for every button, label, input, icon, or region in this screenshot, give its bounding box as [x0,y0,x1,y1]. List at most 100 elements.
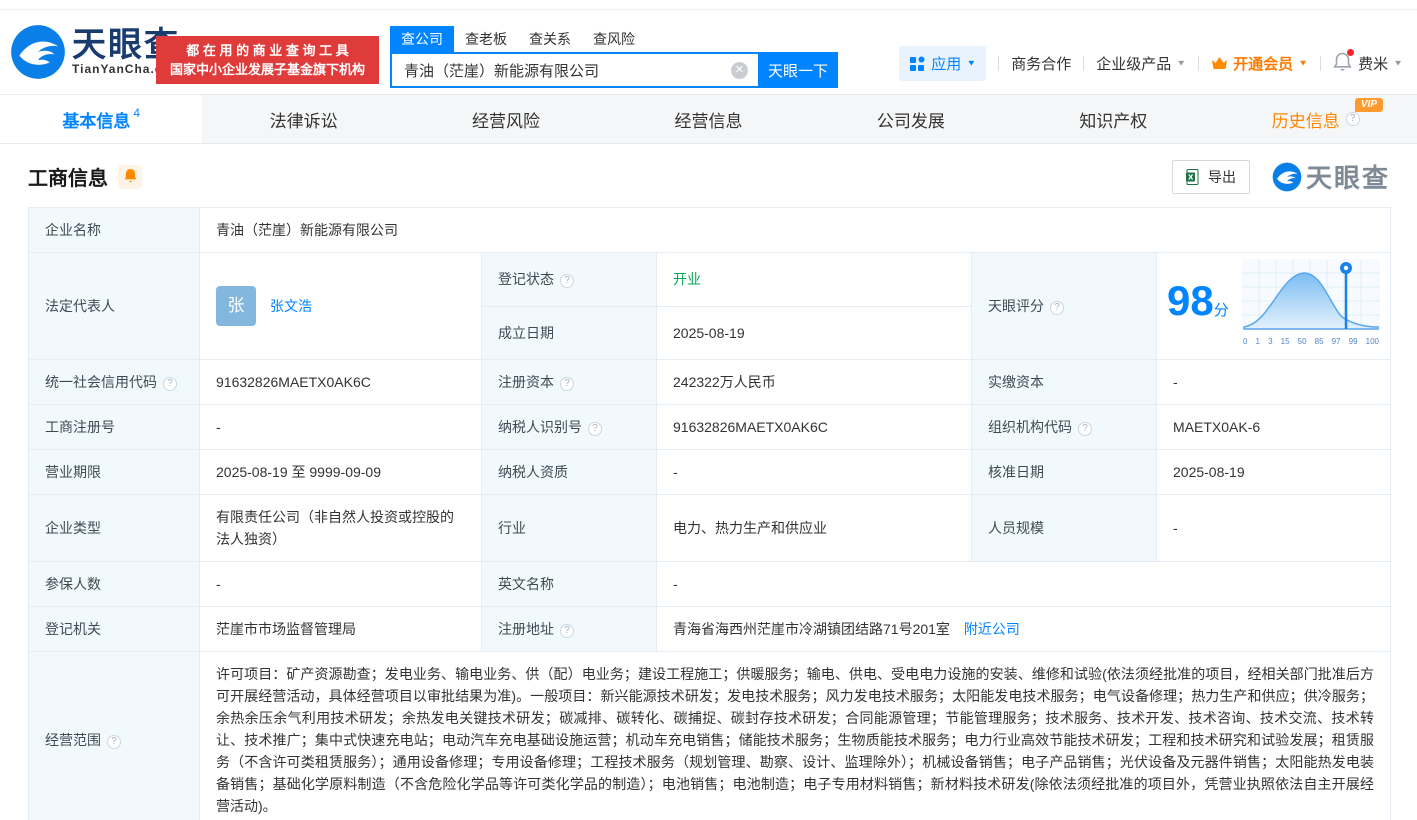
search-tab-boss[interactable]: 查老板 [454,26,518,52]
section-header: 工商信息 导出 天眼查 [28,158,1390,195]
user-menu[interactable]: 费米 ▼ [1358,53,1403,74]
notifications-bell[interactable] [1333,52,1352,76]
org-code-value: MAETX0AK-6 [1157,405,1391,450]
biz-coop-link[interactable]: 商务合作 [1011,53,1071,74]
address-label-cell: 注册地址? [482,607,657,652]
staff-size-value: - [1157,495,1391,562]
reg-capital-label: 注册资本 [498,374,554,390]
table-row: 法定代表人 张 张文浩 登记状态? 开业 天眼评分? 98分 [29,253,1391,307]
question-icon[interactable]: ? [1346,112,1360,126]
nearby-companies-link[interactable]: 附近公司 [964,621,1020,637]
tab-basic-info[interactable]: 基本信息 4 [0,95,202,143]
search-tab-risk[interactable]: 查风险 [582,26,646,52]
english-name-label: 英文名称 [482,562,657,607]
question-icon[interactable]: ? [1050,301,1064,315]
apps-label: 应用 [931,53,961,74]
search-button[interactable]: 天眼一下 [758,52,838,88]
legal-rep-cell: 张 张文浩 [200,253,482,360]
table-row: 营业期限 2025-08-19 至 9999-09-09 纳税人资质 - 核准日… [29,450,1391,495]
main-content: 工商信息 导出 天眼查 [0,158,1417,820]
section-title: 工商信息 [28,162,108,191]
biz-scope-value: 许可项目：矿产资源勘查；发电业务、输电业务、供（配）电业务；建设工程施工；供暖服… [200,652,1391,820]
company-nav-tabs: 基本信息 4 法律诉讼 经营风险 经营信息 公司发展 知识产权 VIP 历史信息… [0,94,1417,144]
header: 天眼查 TianYanCha.com 都 在 用 的 商 业 查 询 工 具 国… [0,10,1417,94]
english-name-value: - [657,562,1391,607]
crown-icon [1211,56,1228,71]
tab-operating-info[interactable]: 经营信息 [607,95,809,143]
score-label-cell: 天眼评分? [972,253,1157,360]
search-area: 查公司 查老板 查关系 查风险 ✕ 天眼一下 [390,26,838,88]
tab-operating-risk[interactable]: 经营风险 [405,95,607,143]
tab-basic-info-label: 基本信息 [62,107,130,132]
taxpayer-id-label-cell: 纳税人识别号? [482,405,657,450]
apps-menu[interactable]: 应用 ▼ [899,46,986,81]
taxpayer-id-label: 纳税人识别号 [498,419,582,435]
top-navigation: 应用 ▼ 商务合作 企业级产品 ▼ 开通会员 ▼ 费米 ▼ [899,46,1403,81]
legal-rep-link[interactable]: 张文浩 [270,295,312,317]
biz-term-label: 营业期限 [29,450,200,495]
tianyancha-logo-icon [10,24,66,80]
chevron-down-icon: ▼ [966,59,976,68]
table-row: 企业类型 有限责任公司（非自然人投资或控股的法人独资） 行业 电力、热力生产和供… [29,495,1391,562]
address-label: 注册地址 [498,621,554,637]
question-icon[interactable]: ? [560,274,574,288]
clear-search-icon[interactable]: ✕ [731,62,748,79]
search-tab-company[interactable]: 查公司 [390,26,454,52]
excel-icon [1186,169,1202,185]
enterprise-menu[interactable]: 企业级产品 ▼ [1096,53,1186,74]
table-row: 企业名称 青油（茫崖）新能源有限公司 [29,208,1391,253]
avatar[interactable]: 张 [216,286,256,326]
score-cell[interactable]: 98分 [1157,253,1391,360]
question-icon[interactable]: ? [107,735,121,749]
divider [1083,56,1084,71]
taxpayer-quality-value: - [657,450,972,495]
question-icon[interactable]: ? [163,377,177,391]
biz-scope-label-cell: 经营范围? [29,652,200,820]
tab-basic-info-count: 4 [133,106,140,120]
export-button[interactable]: 导出 [1172,160,1250,194]
promo-line1: 都 在 用 的 商 业 查 询 工 具 [160,41,375,60]
industry-value: 电力、热力生产和供应业 [657,495,972,562]
tab-history-info[interactable]: VIP 历史信息 ? [1215,95,1417,143]
reg-authority-value: 茫崖市市场监督管理局 [200,607,482,652]
monitor-bell-button[interactable] [118,165,142,189]
reg-number-label: 工商注册号 [29,405,200,450]
question-icon[interactable]: ? [1078,422,1092,436]
score-value: 98分 [1167,290,1229,322]
tab-company-development[interactable]: 公司发展 [810,95,1012,143]
search-tabs: 查公司 查老板 查关系 查风险 [390,26,838,52]
vip-upgrade-link[interactable]: 开通会员 ▼ [1211,53,1308,74]
table-row: 登记机关 茫崖市市场监督管理局 注册地址? 青海省海西州茫崖市冷湖镇团结路71号… [29,607,1391,652]
company-type-value: 有限责任公司（非自然人投资或控股的法人独资） [200,495,482,562]
notification-dot [1347,49,1354,56]
score-label: 天眼评分 [988,298,1044,314]
reg-authority-label: 登记机关 [29,607,200,652]
table-row: 经营范围? 许可项目：矿产资源勘查；发电业务、输电业务、供（配）电业务；建设工程… [29,652,1391,820]
reg-status-label-cell: 登记状态? [482,253,657,307]
watermark-logo: 天眼查 [1272,158,1390,195]
question-icon[interactable]: ? [560,624,574,638]
apps-grid-icon [909,56,925,72]
reg-number-value: - [200,405,482,450]
biz-term-value: 2025-08-19 至 9999-09-09 [200,450,482,495]
approval-date-label: 核准日期 [972,450,1157,495]
tab-intellectual-property[interactable]: 知识产权 [1012,95,1214,143]
divider [1320,56,1321,71]
approval-date-value: 2025-08-19 [1157,450,1391,495]
search-input[interactable] [390,52,758,88]
watermark-text: 天眼查 [1306,158,1390,195]
uscc-label: 统一社会信用代码 [45,374,157,390]
industry-label: 行业 [482,495,657,562]
tab-legal-litigation[interactable]: 法律诉讼 [202,95,404,143]
question-icon[interactable]: ? [588,422,602,436]
insured-label: 参保人数 [29,562,200,607]
chevron-down-icon: ▼ [1176,59,1186,68]
search-tab-relation[interactable]: 查关系 [518,26,582,52]
divider [998,56,999,71]
company-name-label: 企业名称 [29,208,200,253]
staff-size-label: 人员规模 [972,495,1157,562]
bell-icon [124,169,137,184]
export-label: 导出 [1208,167,1236,187]
question-icon[interactable]: ? [560,377,574,391]
promo-line2: 国家中小企业发展子基金旗下机构 [160,60,375,79]
